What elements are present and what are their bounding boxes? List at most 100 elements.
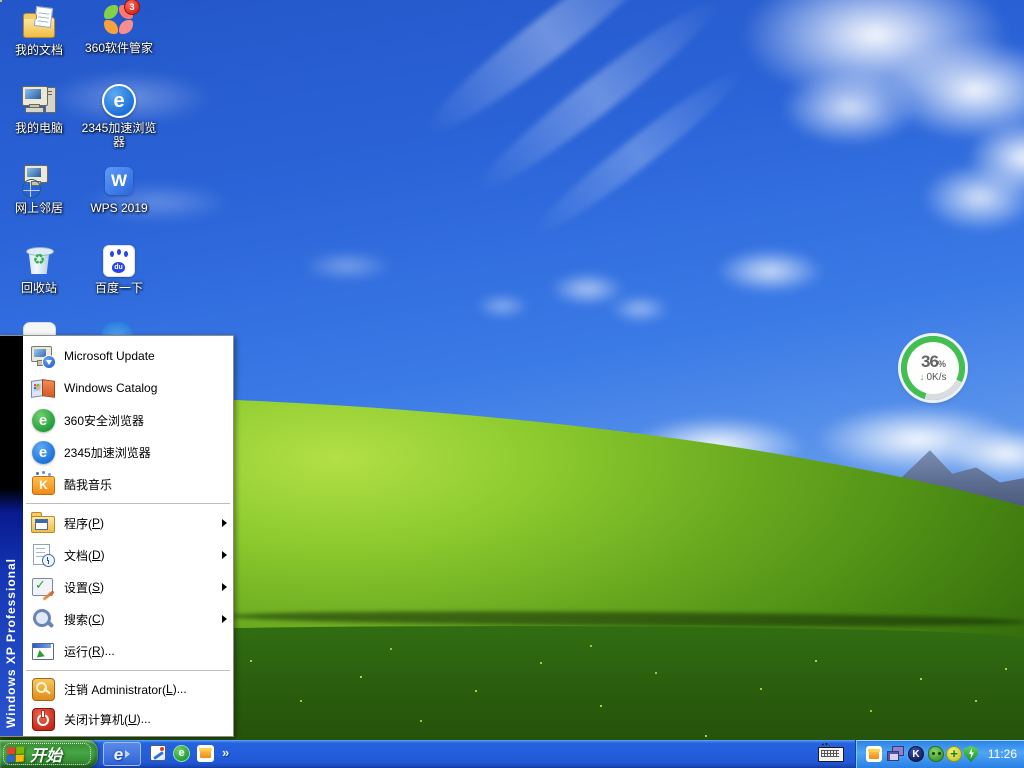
baidu-icon: du [102, 244, 136, 278]
page-right [42, 379, 55, 398]
kuwo-music-tray-icon[interactable] [866, 746, 882, 762]
menu-item-settings[interactable]: ✓ 设置(S) [23, 571, 233, 603]
quick-launch-kuwo-music[interactable] [197, 745, 214, 762]
k-app-tray-icon[interactable]: K [908, 746, 924, 762]
microsoft-update-icon [30, 343, 56, 369]
desktop-icon-network-places[interactable]: 网上邻居 [0, 164, 78, 215]
cloud [755, 55, 945, 160]
blue-e-icon: e [102, 84, 136, 118]
petal [119, 20, 133, 34]
quick-launch-show-desktop[interactable] [150, 745, 166, 761]
launch-arrow-icon [125, 750, 130, 758]
screen [27, 168, 41, 177]
access-key: P [92, 516, 100, 530]
my-documents-icon [22, 6, 56, 40]
desktop-icon-360-software-manager[interactable]: 3 360软件管家 [80, 4, 158, 55]
desktop-icon-my-documents[interactable]: 我的文档 [0, 6, 78, 57]
label-part: 程序( [64, 515, 92, 532]
360-browser-icon: e [30, 407, 56, 433]
speed-gauge-widget[interactable]: 36% ↓0K/s [901, 336, 965, 400]
access-key: U [128, 712, 137, 726]
green-mascot-tray-icon[interactable] [928, 746, 944, 762]
menu-item-kuwo-music[interactable]: K 酷我音乐 [23, 468, 233, 500]
2345-browser-icon: e [102, 84, 136, 118]
globe-icon [22, 179, 41, 198]
label-part: )... [101, 644, 115, 658]
label-part: ) [100, 516, 104, 530]
menu-separator [26, 670, 230, 671]
label-part: 文档( [64, 547, 92, 564]
windows-catalog-icon [30, 375, 56, 401]
desktop-icon-my-computer[interactable]: 我的电脑 [0, 84, 78, 135]
power-bar [42, 711, 44, 717]
wps-w-glyph: W [105, 167, 133, 195]
access-key: R [92, 644, 101, 658]
menu-item-run[interactable]: 运行(R)... [23, 635, 233, 667]
label-part: ) [100, 580, 104, 594]
log-off-key-icon [30, 676, 56, 702]
petal [104, 5, 118, 19]
document-page [34, 6, 53, 28]
magnifier-handle [46, 620, 54, 628]
settings-icon: ✓ [30, 574, 56, 600]
submenu-arrow-icon [222, 551, 227, 559]
run-icon [30, 638, 56, 664]
menu-item-label: 关闭计算机(U)... [64, 711, 151, 728]
menu-item-log-off[interactable]: 注销 Administrator(L)... [23, 674, 233, 704]
label-part: 注销 Administrator( [64, 681, 166, 698]
start-menu: Windows XP Professional Microsoft Update… [0, 335, 234, 737]
menu-item-programs[interactable]: 程序(P) [23, 507, 233, 539]
petal [104, 20, 118, 34]
menu-item-label: 运行(R)... [64, 643, 115, 660]
green-e-icon: e [178, 747, 184, 759]
kuwo-box: K [32, 476, 55, 495]
antivirus-plus-tray-icon[interactable]: + [946, 746, 962, 762]
security-shield-tray-icon[interactable] [964, 746, 978, 762]
desktop-icon-wps-2019[interactable]: W WPS 2019 [80, 164, 158, 215]
taskbar-clock[interactable]: 11:26 [988, 747, 1017, 761]
menu-item-search[interactable]: 搜索(C) [23, 603, 233, 635]
memory-percent: 36% [921, 353, 945, 370]
desktop-icon-baidu[interactable]: du 百度一下 [80, 244, 158, 295]
input-method-keyboard-icon[interactable] [818, 747, 844, 762]
desktop-icon-recycle-bin[interactable]: ♻ 回收站 [0, 244, 78, 295]
menu-item-label: 360安全浏览器 [64, 412, 144, 429]
icon-label: WPS 2019 [90, 201, 147, 215]
search-icon [30, 606, 56, 632]
speed-value: 0K/s [926, 373, 946, 383]
icon-label: 2345加速浏览器 [80, 121, 158, 149]
icon-label: 360软件管家 [85, 41, 153, 55]
menu-item-360-browser[interactable]: e 360安全浏览器 [23, 404, 233, 436]
titlebar [33, 644, 51, 648]
download-arrow-icon: ↓ [919, 373, 924, 383]
system-tray: K + 11:26 [855, 740, 1024, 768]
submenu-arrow-icon [222, 615, 227, 623]
monitor-base [25, 107, 44, 113]
blue-e-glyph: e [32, 441, 55, 464]
submenu-arrow-icon [222, 583, 227, 591]
quick-launch-360-browser[interactable]: e [173, 745, 190, 762]
taskbar: 开始 e e » K + 11:26 [0, 740, 1024, 768]
label-part: 搜索( [64, 611, 92, 628]
quick-launch-ie[interactable]: e [103, 742, 141, 766]
menu-item-microsoft-update[interactable]: Microsoft Update [23, 340, 233, 372]
menu-item-label: Microsoft Update [64, 349, 155, 363]
label-part: 设置( [64, 579, 92, 596]
network-tray-icon[interactable] [887, 746, 904, 762]
update-arrow [42, 355, 56, 369]
access-key: D [92, 548, 101, 562]
menu-item-documents[interactable]: 文档(D) [23, 539, 233, 571]
menu-item-2345-browser[interactable]: e 2345加速浏览器 [23, 436, 233, 468]
desktop-icon-2345-browser[interactable]: e 2345加速浏览器 [80, 84, 158, 149]
menu-item-label: 设置(S) [64, 579, 104, 596]
cloud [695, 240, 845, 302]
menu-item-shut-down[interactable]: 关闭计算机(U)... [23, 704, 233, 734]
2345-browser-icon: e [30, 439, 56, 465]
percent-value: 36 [921, 352, 938, 371]
paw-toes [110, 251, 114, 257]
windows-flag-icon [34, 384, 40, 390]
menu-item-windows-catalog[interactable]: Windows Catalog [23, 372, 233, 404]
quick-launch-overflow-chevron[interactable]: » [222, 745, 229, 760]
start-button[interactable]: 开始 [0, 740, 98, 768]
submenu-arrow-icon [222, 519, 227, 527]
